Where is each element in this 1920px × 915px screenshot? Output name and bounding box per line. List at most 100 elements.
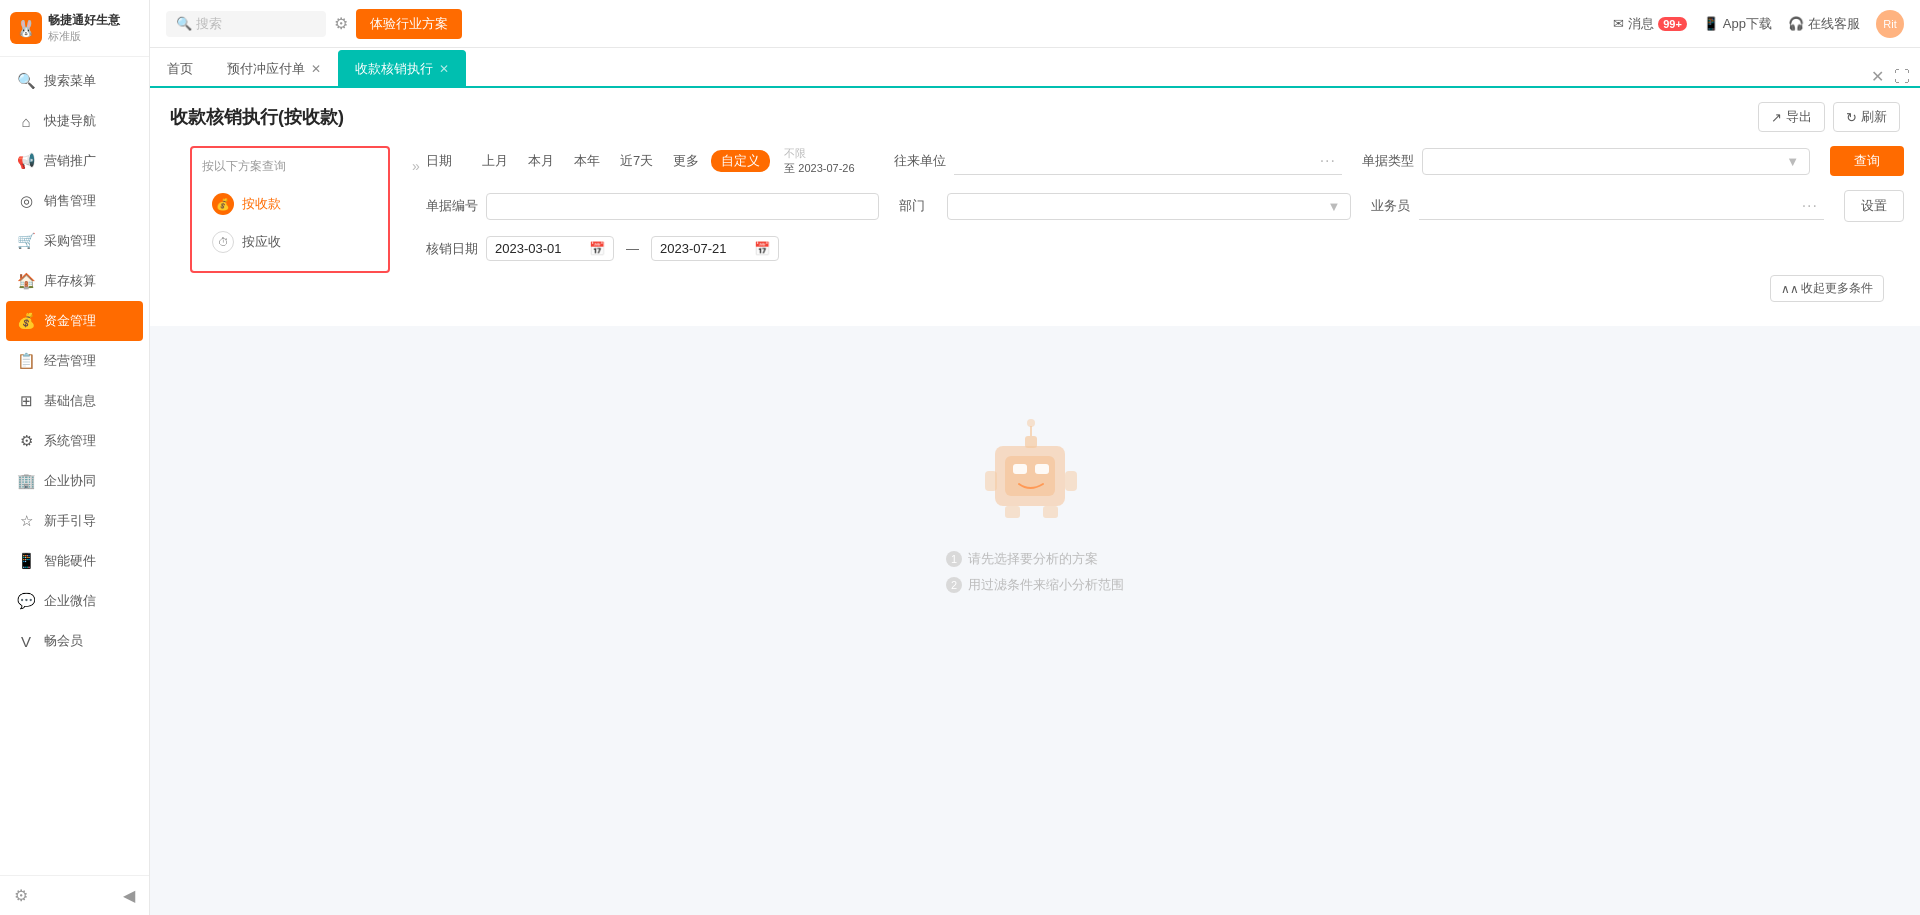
sidebar-item-system[interactable]: ⚙ 系统管理 <box>0 421 149 461</box>
staff-label: 业务员 <box>1371 197 1411 215</box>
logo-name: 畅捷通好生意 <box>48 12 120 29</box>
sidebar-item-finance[interactable]: 💰 资金管理 <box>6 301 143 341</box>
tip-num-1: 1 <box>946 551 962 567</box>
filter-row-1: 日期 上月 本月 本年 近7天 更多 自定义 不限 至 <box>426 146 1904 176</box>
date-custom-tag[interactable]: 自定义 <box>711 150 770 172</box>
hardware-label: 智能硬件 <box>44 552 96 570</box>
svg-rect-4 <box>1025 436 1037 448</box>
collapse-more-button[interactable]: ∧∧ 收起更多条件 <box>1770 275 1884 302</box>
header-search-box[interactable]: 🔍 搜索 <box>166 11 326 37</box>
tab-prepay-label: 预付冲应付单 <box>227 60 305 78</box>
by-receipt-label: 按收款 <box>242 195 281 213</box>
empty-illustration <box>975 406 1095 526</box>
filter-form: 日期 上月 本月 本年 近7天 更多 自定义 不限 至 <box>426 146 1920 312</box>
date-7days[interactable]: 近7天 <box>612 150 661 172</box>
sidebar-item-enterprise[interactable]: 🏢 企业协同 <box>0 461 149 501</box>
dept-arrow: ▼ <box>1327 199 1340 214</box>
sales-icon: ◎ <box>16 191 36 211</box>
filter-sidebar-title: 按以下方案查询 <box>202 158 378 175</box>
date-quick-buttons: 上月 本月 本年 近7天 更多 自定义 <box>474 150 770 172</box>
quick-icon: ⌂ <box>16 111 36 131</box>
refresh-button[interactable]: ↻ 刷新 <box>1833 102 1900 132</box>
filter-sidebar-collapse[interactable]: » <box>406 146 426 174</box>
sidebar-item-guide[interactable]: ☆ 新手引导 <box>0 501 149 541</box>
header-gear-icon[interactable]: ⚙ <box>334 14 348 33</box>
verify-date-start-box[interactable]: 📅 <box>486 236 614 261</box>
marketing-icon: 📢 <box>16 151 36 171</box>
sidebar-item-search[interactable]: 🔍 搜索菜单 <box>0 61 149 101</box>
sidebar-item-member[interactable]: V 畅会员 <box>0 621 149 661</box>
collapse-icon[interactable]: ◀ <box>123 886 135 905</box>
dept-select[interactable]: ▼ <box>947 193 1352 220</box>
staff-more-icon[interactable]: ··· <box>1802 197 1818 215</box>
verify-date-end-box[interactable]: 📅 <box>651 236 779 261</box>
filter-option-by-receivable[interactable]: ⏱ 按应收 <box>202 223 378 261</box>
verify-date-start-input[interactable] <box>495 241 585 256</box>
tab-prepay[interactable]: 预付冲应付单 ✕ <box>210 50 338 86</box>
sidebar-item-basic[interactable]: ⊞ 基础信息 <box>0 381 149 421</box>
hardware-icon: 📱 <box>16 551 36 571</box>
tab-prepay-close[interactable]: ✕ <box>311 62 321 76</box>
export-label: 导出 <box>1786 108 1812 126</box>
wechat-icon: 💬 <box>16 591 36 611</box>
user-avatar[interactable]: Rit <box>1876 10 1904 38</box>
query-button[interactable]: 查询 <box>1830 146 1904 176</box>
basic-label: 基础信息 <box>44 392 96 410</box>
enterprise-icon: 🏢 <box>16 471 36 491</box>
date-more[interactable]: 更多 <box>665 150 707 172</box>
app-label: App下载 <box>1723 15 1772 33</box>
inventory-label: 库存核算 <box>44 272 96 290</box>
by-receivable-icon: ⏱ <box>212 231 234 253</box>
partner-more-icon[interactable]: ··· <box>1320 152 1336 170</box>
search-label: 搜索菜单 <box>44 72 96 90</box>
sidebar-item-sales[interactable]: ◎ 销售管理 <box>0 181 149 221</box>
member-icon: V <box>16 631 36 651</box>
date-this-month[interactable]: 本月 <box>520 150 562 172</box>
settings-icon[interactable]: ⚙ <box>14 886 28 905</box>
verify-start-cal-icon[interactable]: 📅 <box>589 241 605 256</box>
search-icon: 🔍 <box>16 71 36 91</box>
message-button[interactable]: ✉ 消息 99+ <box>1613 15 1687 33</box>
tab-collect-close[interactable]: ✕ <box>439 62 449 76</box>
search-placeholder: 搜索 <box>196 15 222 33</box>
empty-tips: 1 请先选择要分析的方案 2 用过滤条件来缩小分析范围 <box>946 546 1124 598</box>
wechat-label: 企业微信 <box>44 592 96 610</box>
tab-home[interactable]: 首页 <box>150 50 210 86</box>
verify-date-field: 核销日期 📅 — 📅 <box>426 236 1904 261</box>
doc-no-input[interactable] <box>486 193 879 220</box>
filter-panel: 按以下方案查询 💰 按收款 ⏱ 按应收 » <box>150 146 1920 326</box>
setting-button[interactable]: 设置 <box>1844 190 1904 222</box>
verify-date-end-input[interactable] <box>660 241 750 256</box>
system-icon: ⚙ <box>16 431 36 451</box>
sidebar-item-operation[interactable]: 📋 经营管理 <box>0 341 149 381</box>
sidebar-item-wechat[interactable]: 💬 企业微信 <box>0 581 149 621</box>
sidebar-item-marketing[interactable]: 📢 营销推广 <box>0 141 149 181</box>
date-last-month[interactable]: 上月 <box>474 150 516 172</box>
app-download-button[interactable]: 📱 App下载 <box>1703 15 1772 33</box>
verify-end-cal-icon[interactable]: 📅 <box>754 241 770 256</box>
verify-date-label: 核销日期 <box>426 240 478 258</box>
tab-collect[interactable]: 收款核销执行✕ <box>338 50 466 86</box>
filter-option-by-receipt[interactable]: 💰 按收款 <box>202 185 378 223</box>
tab-home-label: 首页 <box>167 60 193 78</box>
doc-type-select[interactable]: ▼ <box>1422 148 1810 175</box>
sidebar-item-inventory[interactable]: 🏠 库存核算 <box>0 261 149 301</box>
date-this-year[interactable]: 本年 <box>566 150 608 172</box>
date-label: 日期 <box>426 152 466 170</box>
export-button[interactable]: ↗ 导出 <box>1758 102 1825 132</box>
basic-icon: ⊞ <box>16 391 36 411</box>
service-button[interactable]: 🎧 在线客服 <box>1788 15 1860 33</box>
filter-row-3: 核销日期 📅 — 📅 <box>426 236 1904 261</box>
refresh-icon: ↻ <box>1846 110 1857 125</box>
sidebar-item-purchase[interactable]: 🛒 采购管理 <box>0 221 149 261</box>
sidebar-item-hardware[interactable]: 📱 智能硬件 <box>0 541 149 581</box>
service-label: 在线客服 <box>1808 15 1860 33</box>
tab-close-all-icon[interactable]: ✕ <box>1871 67 1884 86</box>
tip-text-1: 请先选择要分析的方案 <box>968 546 1098 572</box>
logo-icon: 🐰 <box>10 12 42 44</box>
solution-button[interactable]: 体验行业方案 <box>356 9 462 39</box>
sidebar-item-quick[interactable]: ⌂ 快捷导航 <box>0 101 149 141</box>
tab-expand-icon[interactable]: ⛶ <box>1894 68 1910 86</box>
by-receivable-label: 按应收 <box>242 233 281 251</box>
header-right: ✉ 消息 99+ 📱 App下载 🎧 在线客服 Rit <box>1613 10 1904 38</box>
